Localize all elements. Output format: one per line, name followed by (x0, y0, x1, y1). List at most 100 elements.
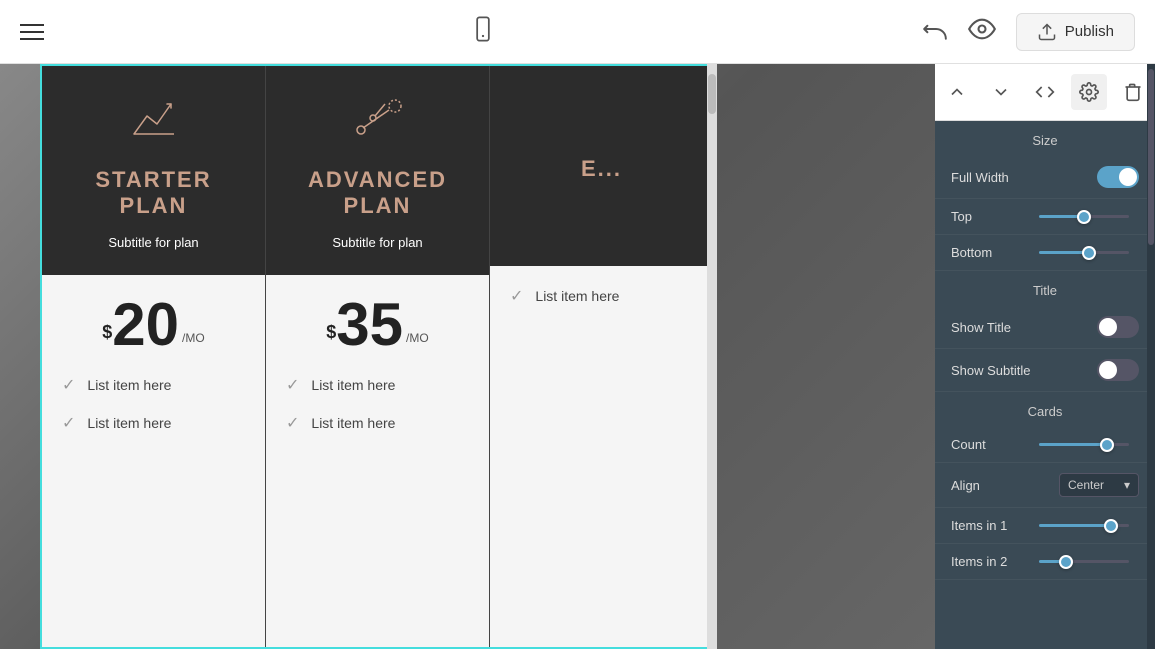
list-item: ✓ List item here (510, 286, 693, 306)
topbar: Publish (0, 0, 1155, 64)
count-row: Count (935, 427, 1155, 463)
card-body-enterprise: ✓ List item here (490, 266, 713, 647)
move-up-button[interactable] (939, 74, 975, 110)
slider-thumb (1104, 519, 1118, 533)
card-header-starter: STARTERPLAN Subtitle for plan (42, 66, 265, 275)
slider-track (1039, 524, 1129, 527)
show-title-row: Show Title (935, 306, 1155, 349)
check-icon: ✓ (510, 286, 523, 306)
delete-button[interactable] (1115, 74, 1151, 110)
toggle-thumb (1119, 168, 1137, 186)
list-item: ✓ List item here (286, 375, 469, 395)
topbar-right: Publish (922, 13, 1135, 51)
count-slider[interactable] (1039, 443, 1139, 446)
scroll-thumb (1148, 69, 1154, 245)
price-dollar-starter: $ (102, 322, 112, 343)
slider-thumb (1100, 438, 1114, 452)
top-slider[interactable] (1039, 215, 1139, 218)
price-period-starter: /MO (182, 331, 205, 345)
price-row-advanced: $ 35 /MO (286, 295, 469, 355)
main-area: STARTERPLAN Subtitle for plan $ 20 /MO ✓… (0, 64, 1155, 649)
card-header-enterprise: E... (490, 66, 713, 266)
align-row: Align Center ▾ (935, 463, 1155, 508)
slider-thumb (1059, 555, 1073, 569)
price-period-advanced: /MO (406, 331, 429, 345)
chevron-down-icon: ▾ (1124, 478, 1130, 492)
check-icon: ✓ (286, 375, 299, 395)
slider-track (1039, 215, 1129, 218)
pricing-card-advanced: ADVANCEDPLAN Subtitle for plan $ 35 /MO … (265, 66, 489, 647)
advanced-icon (353, 96, 403, 146)
right-panel: Size Full Width Top Bottom (935, 64, 1155, 649)
advanced-plan-subtitle: Subtitle for plan (332, 235, 422, 250)
canvas-scrollbar[interactable] (707, 64, 717, 649)
list-item-text: List item here (311, 377, 395, 393)
show-subtitle-toggle[interactable] (1097, 359, 1139, 381)
price-amount-advanced: 35 (336, 295, 403, 355)
canvas-scroll-thumb (708, 74, 716, 114)
phone-icon[interactable] (469, 15, 497, 48)
items-in-2-slider[interactable] (1039, 560, 1139, 563)
undo-icon[interactable] (922, 16, 948, 47)
toggle-thumb (1099, 361, 1117, 379)
top-row: Top (935, 199, 1155, 235)
check-icon: ✓ (286, 413, 299, 433)
slider-thumb (1077, 210, 1091, 224)
list-item-text: List item here (535, 288, 619, 304)
enterprise-plan-title: E... (581, 156, 622, 182)
settings-panel: Size Full Width Top Bottom (935, 121, 1155, 649)
count-label: Count (951, 437, 986, 452)
full-width-row: Full Width (935, 156, 1155, 199)
card-body-starter: $ 20 /MO ✓ List item here ✓ List item he… (42, 275, 265, 647)
price-row-starter: $ 20 /MO (62, 295, 245, 355)
price-dollar-advanced: $ (326, 322, 336, 343)
price-amount-starter: 20 (112, 295, 179, 355)
toggle-thumb (1099, 318, 1117, 336)
bottom-row: Bottom (935, 235, 1155, 271)
pricing-section: STARTERPLAN Subtitle for plan $ 20 /MO ✓… (42, 66, 713, 647)
check-icon: ✓ (62, 375, 75, 395)
items-in-2-label: Items in 2 (951, 554, 1007, 569)
list-item-text: List item here (87, 377, 171, 393)
list-item: ✓ List item here (286, 413, 469, 433)
hamburger-icon[interactable] (20, 24, 44, 40)
starter-plan-subtitle: Subtitle for plan (108, 235, 198, 250)
advanced-plan-title: ADVANCEDPLAN (308, 167, 447, 219)
align-label: Align (951, 478, 980, 493)
pricing-card-starter: STARTERPLAN Subtitle for plan $ 20 /MO ✓… (42, 66, 265, 647)
show-title-toggle[interactable] (1097, 316, 1139, 338)
top-label: Top (951, 209, 972, 224)
cards-section-header: Cards (935, 392, 1155, 427)
list-item: ✓ List item here (62, 413, 245, 433)
slider-thumb (1082, 246, 1096, 260)
settings-button[interactable] (1071, 74, 1107, 110)
size-section-header: Size (935, 121, 1155, 156)
align-value: Center (1068, 478, 1104, 492)
show-subtitle-row: Show Subtitle (935, 349, 1155, 392)
bottom-slider[interactable] (1039, 251, 1139, 254)
items-in-1-label: Items in 1 (951, 518, 1007, 533)
list-item: ✓ List item here (62, 375, 245, 395)
slider-track (1039, 443, 1129, 446)
full-width-toggle[interactable] (1097, 166, 1139, 188)
starter-plan-title: STARTERPLAN (95, 167, 211, 219)
canvas-content[interactable]: STARTERPLAN Subtitle for plan $ 20 /MO ✓… (40, 64, 715, 649)
list-item-text: List item here (311, 415, 395, 431)
code-button[interactable] (1027, 74, 1063, 110)
panel-toolbar (935, 64, 1155, 121)
card-body-advanced: $ 35 /MO ✓ List item here ✓ List item he… (266, 275, 489, 647)
items-in-1-slider[interactable] (1039, 524, 1139, 527)
topbar-center (469, 15, 497, 48)
scroll-indicator[interactable] (1147, 64, 1155, 649)
check-icon: ✓ (62, 413, 75, 433)
list-item-text: List item here (87, 415, 171, 431)
title-section-header: Title (935, 271, 1155, 306)
eye-icon[interactable] (968, 15, 996, 48)
align-select[interactable]: Center ▾ (1059, 473, 1139, 497)
slider-track (1039, 560, 1129, 563)
pricing-card-enterprise: E... ✓ List item here (489, 66, 713, 647)
publish-button[interactable]: Publish (1016, 13, 1135, 51)
show-subtitle-label: Show Subtitle (951, 363, 1031, 378)
move-down-button[interactable] (983, 74, 1019, 110)
full-width-label: Full Width (951, 170, 1009, 185)
